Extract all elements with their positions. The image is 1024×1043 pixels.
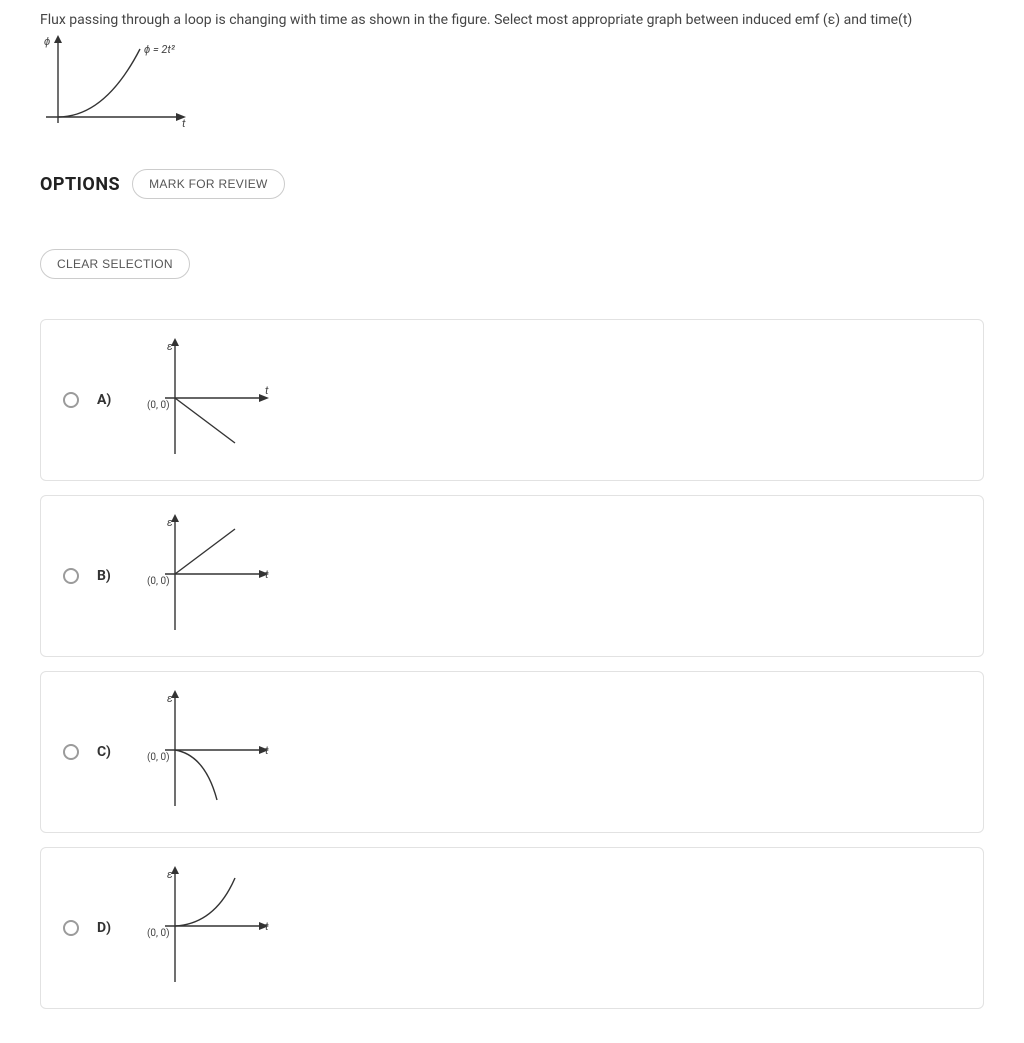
options-heading: OPTIONS bbox=[40, 174, 120, 195]
radio-icon[interactable] bbox=[63, 392, 79, 408]
flux-equation-label: ϕ = 2t² bbox=[144, 43, 175, 56]
option-c[interactable]: C) ε t (0, 0) bbox=[40, 671, 984, 833]
svg-text:ε: ε bbox=[167, 516, 173, 529]
svg-text:ε: ε bbox=[167, 868, 173, 881]
radio-icon[interactable] bbox=[63, 744, 79, 760]
option-a-graph: ε t (0, 0) bbox=[135, 338, 285, 462]
svg-text:ε: ε bbox=[167, 340, 173, 353]
radio-icon[interactable] bbox=[63, 568, 79, 584]
option-label: D) bbox=[97, 920, 117, 936]
svg-text:(0, 0): (0, 0) bbox=[147, 927, 170, 939]
clear-selection-button[interactable]: CLEAR SELECTION bbox=[40, 249, 190, 279]
svg-text:(0, 0): (0, 0) bbox=[147, 751, 170, 763]
flux-x-axis-label: t bbox=[182, 117, 186, 130]
svg-text:ε: ε bbox=[167, 692, 173, 705]
option-a[interactable]: A) ε t (0, 0) bbox=[40, 319, 984, 481]
mark-for-review-button[interactable]: MARK FOR REVIEW bbox=[132, 169, 285, 199]
svg-text:(0, 0): (0, 0) bbox=[147, 399, 170, 411]
option-label: A) bbox=[97, 392, 117, 408]
flux-y-axis-label: ϕ bbox=[44, 35, 50, 48]
option-d-graph: ε t (0, 0) bbox=[135, 866, 285, 990]
svg-text:t: t bbox=[265, 920, 269, 933]
radio-icon[interactable] bbox=[63, 920, 79, 936]
option-b-graph: ε t (0, 0) bbox=[135, 514, 285, 638]
svg-text:t: t bbox=[265, 384, 269, 397]
svg-text:t: t bbox=[265, 568, 269, 581]
option-label: B) bbox=[97, 568, 117, 584]
svg-text:(0, 0): (0, 0) bbox=[147, 575, 170, 587]
question-text: Flux passing through a loop is changing … bbox=[40, 10, 984, 31]
option-b[interactable]: B) ε t (0, 0) bbox=[40, 495, 984, 657]
option-d[interactable]: D) ε t (0, 0) bbox=[40, 847, 984, 1009]
option-c-graph: ε t (0, 0) bbox=[135, 690, 285, 814]
svg-text:t: t bbox=[265, 744, 269, 757]
option-label: C) bbox=[97, 744, 117, 760]
question-flux-graph: ϕ t ϕ = 2t² bbox=[40, 35, 984, 139]
